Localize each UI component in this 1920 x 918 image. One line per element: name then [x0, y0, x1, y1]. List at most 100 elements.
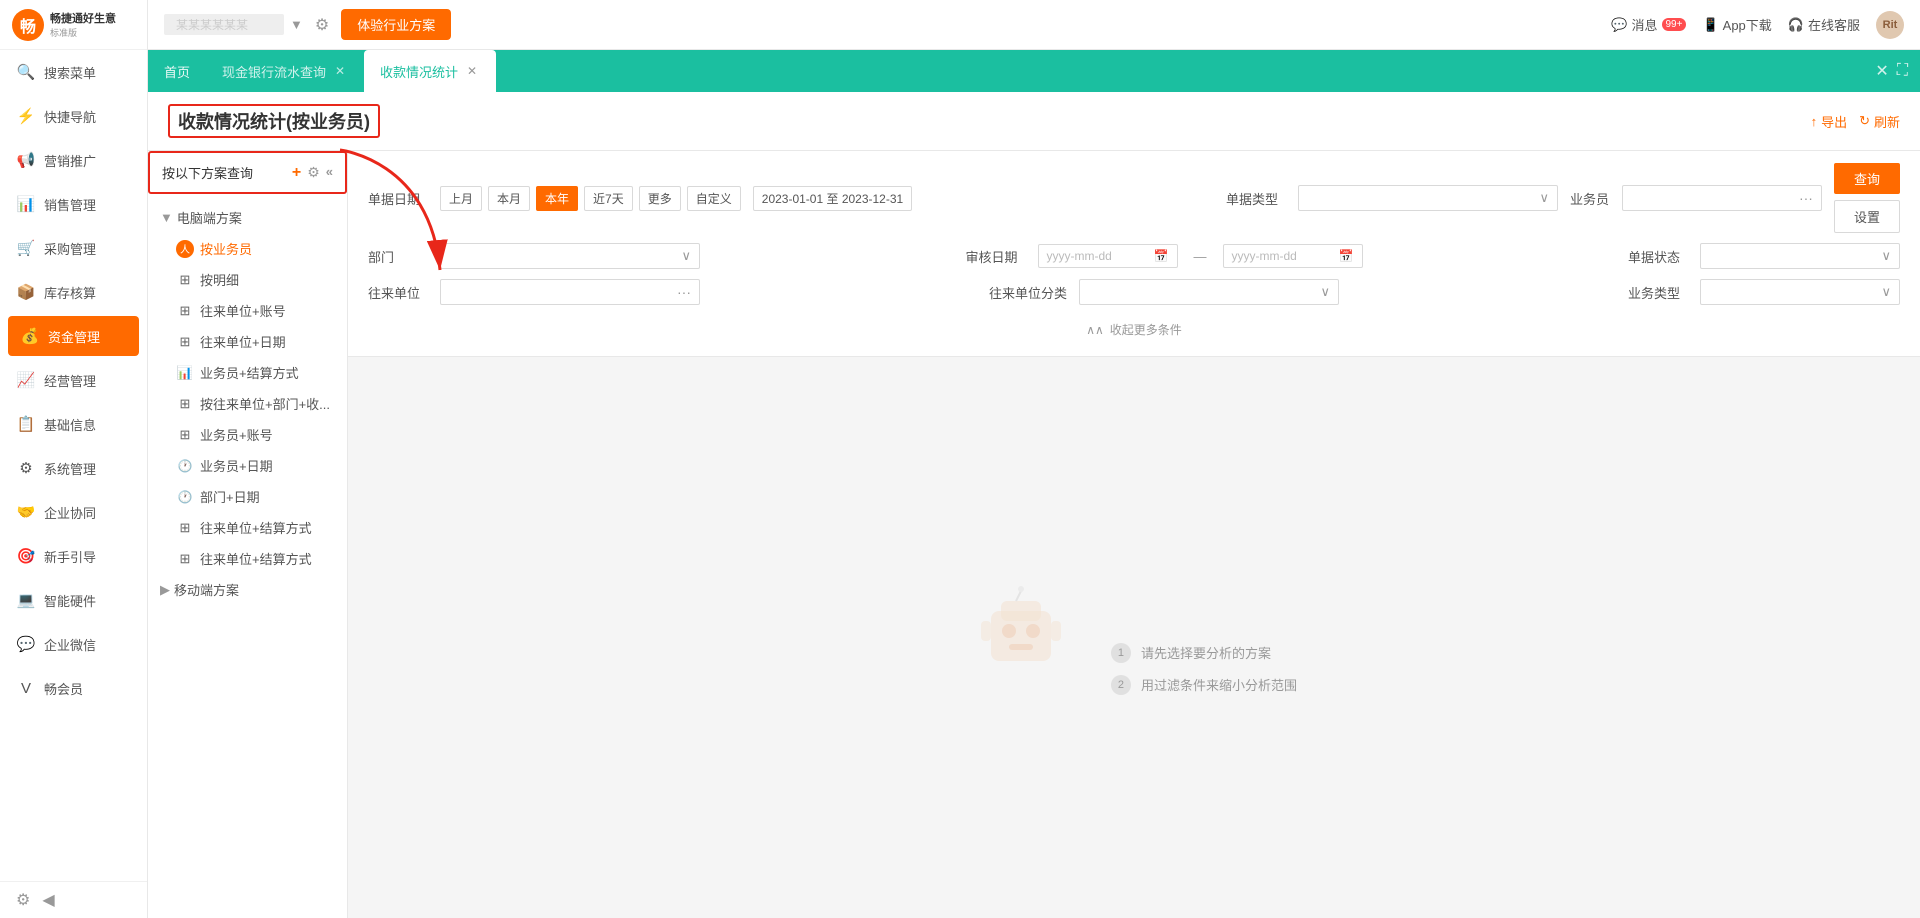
sidebar-item-guide[interactable]: 🎯 新手引导 [0, 534, 147, 578]
type-chevron-icon: ∨ [1539, 190, 1549, 206]
sidebar-item-inventory[interactable]: 📦 库存核算 [0, 270, 147, 314]
schema-settings-icon[interactable]: ⚙ [307, 164, 320, 182]
sidebar-item-operations[interactable]: 📈 经营管理 [0, 358, 147, 402]
quicknav-icon: ⚡ [16, 106, 36, 126]
salesperson-more-icon[interactable]: ··· [1799, 190, 1813, 206]
collapse-filter-button[interactable]: ∧∧ 收起更多条件 [368, 315, 1900, 344]
vip-icon: V [16, 678, 36, 698]
sidebar: 畅 畅捷通好生意 标准版 🔍 搜索菜单 ⚡ 快捷导航 📢 营销推广 📊 销售管理… [0, 0, 148, 918]
tree-item-dept-date[interactable]: 🕐 部门+日期 [148, 481, 347, 512]
detail-icon: ⊞ [176, 271, 194, 289]
date-btn-last-month[interactable]: 上月 [440, 186, 482, 211]
tree-item-partner-date[interactable]: ⊞ 往来单位+日期 [148, 326, 347, 357]
tab-bank-flow-close[interactable]: ✕ [332, 63, 348, 79]
tab-expand-icon[interactable]: ⛶ [1897, 62, 1908, 80]
message-button[interactable]: 💬 消息 99+ [1611, 15, 1686, 34]
collapse-sidebar-icon[interactable]: ◀ [42, 890, 54, 910]
date-btn-custom[interactable]: 自定义 [687, 186, 741, 211]
page-header: 收款情况统计(按业务员) ↑ 导出 ↻ 刷新 [148, 92, 1920, 151]
review-date-start[interactable]: yyyy-mm-dd 📅 [1038, 244, 1178, 268]
trial-button[interactable]: 体验行业方案 [341, 9, 451, 40]
type-select[interactable]: ∨ [1298, 185, 1558, 211]
partner-more-icon[interactable]: ··· [677, 284, 691, 300]
left-panel-title: 按以下方案查询 [162, 163, 286, 182]
status-select[interactable]: ∨ [1700, 243, 1900, 269]
sidebar-item-purchase[interactable]: 🛒 采购管理 [0, 226, 147, 270]
sidebar-item-wechat[interactable]: 💬 企业微信 [0, 622, 147, 666]
service-icon: 🎧 [1788, 17, 1804, 33]
date-separator: — [1190, 249, 1211, 264]
tree-group-desktop-header[interactable]: ▼ 电脑端方案 [148, 202, 347, 233]
system-icon: ⚙ [16, 458, 36, 478]
tab-bank-flow[interactable]: 现金银行流水查询 ✕ [206, 50, 364, 92]
biz-type-select[interactable]: ∨ [1700, 279, 1900, 305]
sidebar-item-system[interactable]: ⚙ 系统管理 [0, 446, 147, 490]
settings-button[interactable]: 设置 [1834, 200, 1900, 233]
dept-select[interactable]: ∨ [440, 243, 700, 269]
online-service-button[interactable]: 🎧 在线客服 [1788, 15, 1860, 34]
sidebar-item-hardware[interactable]: 💻 智能硬件 [0, 578, 147, 622]
partner-category-label: 往来单位分类 [989, 283, 1067, 302]
topbar-user: 某某某某某某 ▼ [164, 14, 303, 35]
tree-item-detail[interactable]: ⊞ 按明细 [148, 264, 347, 295]
export-button[interactable]: ↑ 导出 [1811, 112, 1848, 131]
user-avatar[interactable]: Rit [1876, 11, 1904, 39]
tab-home[interactable]: 首页 [148, 50, 206, 92]
tabbar-actions: ✕ ⛶ [1875, 61, 1920, 81]
tree-item-partner-dept[interactable]: ⊞ 按往来单位+部门+收... [148, 388, 347, 419]
sidebar-item-quicknav[interactable]: ⚡ 快捷导航 [0, 94, 147, 138]
topbar-gear-icon[interactable]: ⚙ [315, 15, 329, 35]
tree-item-salesperson-date[interactable]: 🕐 业务员+日期 [148, 450, 347, 481]
tree-item-partner-account[interactable]: ⊞ 往来单位+账号 [148, 295, 347, 326]
tree-item-salesperson-payment[interactable]: 📊 业务员+结算方式 [148, 357, 347, 388]
guide-icon: 🎯 [16, 546, 36, 566]
hint-num-2: 2 [1111, 675, 1131, 695]
logo-icon: 畅 [12, 9, 44, 41]
tab-receipt-stats-close[interactable]: ✕ [464, 63, 480, 79]
dept-date-icon: 🕐 [176, 488, 194, 506]
query-button[interactable]: 查询 [1834, 163, 1900, 194]
date-btn-7days[interactable]: 近7天 [584, 186, 633, 211]
add-schema-icon[interactable]: + [292, 164, 301, 182]
tabbar: 首页 现金银行流水查询 ✕ 收款情况统计 ✕ ✕ ⛶ [148, 50, 1920, 92]
right-panel: 单据日期 上月 本月 本年 近7天 更多 自定义 2023-01-01 至 20… [348, 151, 1920, 918]
salesperson-select[interactable]: ··· [1622, 185, 1822, 211]
partner-select[interactable]: ··· [440, 279, 700, 305]
date-btn-this-month[interactable]: 本月 [488, 186, 530, 211]
partner-cat-chevron-icon: ∨ [1321, 284, 1331, 300]
tree-item-salesperson-account[interactable]: ⊞ 业务员+账号 [148, 419, 347, 450]
tree-item-partner-payment2[interactable]: ⊞ 往来单位+结算方式 [148, 543, 347, 574]
sidebar-logo: 畅 畅捷通好生意 标准版 [0, 0, 147, 50]
filter-actions: 查询 设置 [1834, 163, 1900, 233]
sidebar-item-marketing[interactable]: 📢 营销推广 [0, 138, 147, 182]
sidebar-item-vip[interactable]: V 畅会员 [0, 666, 147, 710]
date-btn-more[interactable]: 更多 [639, 186, 681, 211]
salesperson-label: 业务员 [1570, 189, 1610, 208]
collapse-panel-icon[interactable]: « [326, 164, 333, 182]
sidebar-item-enterprise[interactable]: 🤝 企业协同 [0, 490, 147, 534]
review-date-end[interactable]: yyyy-mm-dd 📅 [1223, 244, 1363, 268]
page-content: 收款情况统计(按业务员) ↑ 导出 ↻ 刷新 按以下方案查询 + [148, 92, 1920, 918]
sidebar-item-search[interactable]: 🔍 搜索菜单 [0, 50, 147, 94]
partner-category-select[interactable]: ∨ [1079, 279, 1339, 305]
empty-hint-2: 2 用过滤条件来缩小分析范围 [1111, 675, 1297, 695]
app-download-button[interactable]: 📱 App下载 [1702, 15, 1771, 34]
sidebar-item-finance[interactable]: 💰 资金管理 [8, 316, 139, 356]
tree-item-partner-payment1[interactable]: ⊞ 往来单位+结算方式 [148, 512, 347, 543]
date-btn-this-year[interactable]: 本年 [536, 186, 578, 211]
salesperson-account-icon: ⊞ [176, 426, 194, 444]
date-range-display: 2023-01-01 至 2023-12-31 [753, 186, 912, 211]
page-title: 收款情况统计(按业务员) [168, 104, 380, 138]
tab-receipt-stats[interactable]: 收款情况统计 ✕ [364, 50, 496, 92]
refresh-button[interactable]: ↻ 刷新 [1859, 112, 1900, 131]
settings-bottom-icon[interactable]: ⚙ [16, 890, 30, 910]
sidebar-item-basic[interactable]: 📋 基础信息 [0, 402, 147, 446]
marketing-icon: 📢 [16, 150, 36, 170]
tree-group-mobile-label: 移动端方案 [174, 580, 239, 599]
tree-group-mobile-header[interactable]: ▶ 移动端方案 [148, 574, 347, 605]
sidebar-item-sales[interactable]: 📊 销售管理 [0, 182, 147, 226]
topbar-dropdown-icon[interactable]: ▼ [290, 17, 303, 32]
date-label: 单据日期 [368, 189, 428, 208]
tab-close-all-icon[interactable]: ✕ [1875, 61, 1888, 81]
tree-item-by-salesperson[interactable]: 人 按业务员 [148, 233, 347, 264]
